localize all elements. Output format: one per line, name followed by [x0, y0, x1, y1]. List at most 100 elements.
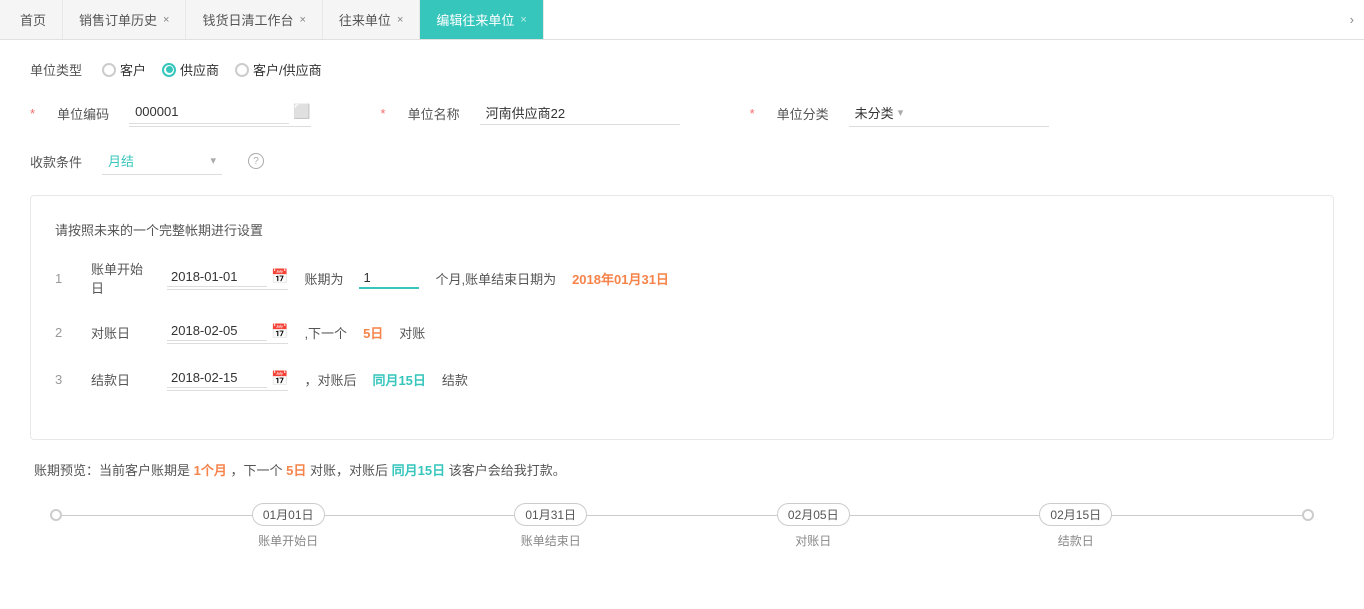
row-num-3: 3: [55, 372, 75, 387]
reconcile-note-suffix: 对账: [399, 323, 425, 342]
radio-circle-both: [235, 63, 249, 77]
row-field-label-1: 账单开始日: [91, 259, 151, 297]
unit-code-label: 单位编码: [57, 104, 109, 123]
calendar-icon-1[interactable]: 📅: [271, 268, 288, 285]
unit-name-input[interactable]: [480, 101, 680, 125]
date-input-3[interactable]: [167, 368, 267, 388]
period-unit-text: 个月,账单结束日期为: [435, 269, 556, 288]
radio-label-both: 客户/供应商: [253, 60, 322, 79]
tab-more-button[interactable]: ›: [1340, 0, 1364, 39]
unit-type-row: 单位类型 客户 供应商 客户/供应商: [30, 60, 1334, 79]
timeline-badge-0215: 02月15日: [1039, 503, 1112, 526]
payment-condition-row: 收款条件 月结 ▾ ?: [30, 147, 1334, 175]
card-row-3: 3 结款日 📅 ，对账后 同月15日 结款: [55, 368, 1309, 391]
chevron-down-icon: ▾: [210, 154, 216, 167]
radio-customer[interactable]: 客户: [102, 60, 146, 79]
card-row-1: 1 账单开始日 📅 账期为 个月,账单结束日期为 2018年01月31日: [55, 259, 1309, 297]
row-field-label-2: 对账日: [91, 323, 151, 342]
preview-text: 账期预览：当前客户账期是 1个月 ，下一个 5日 对账，对账后 同月15日 该客…: [30, 460, 1334, 479]
radio-both[interactable]: 客户/供应商: [235, 60, 322, 79]
preview-end-text: 该客户会给我打款。: [449, 463, 566, 478]
unit-code-input[interactable]: [129, 100, 289, 124]
tab-cash-work[interactable]: 钱货日清工作台 ×: [186, 0, 322, 39]
payment-condition-label: 收款条件: [30, 152, 82, 171]
main-content: 单位类型 客户 供应商 客户/供应商 * 单位编码 ⬜ * 单位名称: [0, 40, 1364, 609]
unit-classify-label: 单位分类: [777, 104, 829, 123]
payment-note-prefix: ，对账后: [304, 370, 356, 389]
close-icon[interactable]: ×: [163, 14, 169, 26]
radio-circle-supplier: [162, 63, 176, 77]
timeline-dot-start: [50, 509, 62, 521]
preview-reconcile-highlight: 5日: [286, 463, 306, 478]
row-num-2: 2: [55, 325, 75, 340]
chevron-right-icon: ›: [1350, 12, 1354, 27]
row-field-label-3: 结款日: [91, 370, 151, 389]
required-star-name: *: [381, 106, 386, 121]
date-input-container-2: 📅: [167, 321, 288, 344]
radio-circle-customer: [102, 63, 116, 77]
preview-middle-text: ，下一个: [231, 463, 283, 478]
tab-partner-unit[interactable]: 往来单位 ×: [323, 0, 420, 39]
date-input-container-3: 📅: [167, 368, 288, 391]
unit-classify-value: 未分类: [855, 103, 894, 122]
timeline-node-0205: 02月05日 对账日: [777, 503, 850, 549]
preview-after-text: 对账，对账后: [310, 463, 388, 478]
chevron-down-icon: ▾: [898, 106, 904, 119]
unit-code-input-container: ⬜: [129, 100, 310, 127]
timeline-label-0215: 结款日: [1058, 532, 1094, 549]
timeline-label-0131: 账单结束日: [521, 532, 581, 549]
unit-name-label: 单位名称: [408, 104, 460, 123]
timeline-badge-0131: 01月31日: [514, 503, 587, 526]
settings-card: 请按照未来的一个完整帐期进行设置 1 账单开始日 📅 账期为 个月,账单结束日期…: [30, 195, 1334, 440]
period-input[interactable]: [359, 268, 419, 289]
required-star-classify: *: [750, 106, 755, 121]
date-input-1[interactable]: [167, 267, 267, 287]
tab-bar: 首页 销售订单历史 × 钱货日清工作台 × 往来单位 × 编辑往来单位 × ›: [0, 0, 1364, 40]
unit-info-row: * 单位编码 ⬜ * 单位名称 * 单位分类 未分类 ▾: [30, 99, 1334, 127]
reconcile-date-highlight: 5日: [363, 323, 383, 342]
tab-sales-order-history[interactable]: 销售订单历史 ×: [63, 0, 186, 39]
preview-label: 账期预览：当前客户账期是: [34, 463, 190, 478]
payment-condition-select[interactable]: 月结 ▾: [102, 147, 222, 175]
unit-type-label: 单位类型: [30, 60, 82, 79]
timeline-node-0215: 02月15日 结款日: [1039, 503, 1112, 549]
close-icon[interactable]: ×: [299, 14, 305, 26]
close-icon[interactable]: ×: [397, 14, 403, 26]
timeline-container: 01月01日 账单开始日 01月31日 账单结束日 02月05日 对账日 02月…: [30, 503, 1334, 589]
date-input-container-1: 📅: [167, 267, 288, 290]
period-label: 账期为: [304, 269, 343, 288]
radio-label-supplier: 供应商: [180, 60, 219, 79]
copy-icon[interactable]: ⬜: [293, 103, 310, 120]
radio-supplier[interactable]: 供应商: [162, 60, 219, 79]
timeline-end-dot: [1302, 503, 1314, 521]
card-instruction: 请按照未来的一个完整帐期进行设置: [55, 220, 1309, 239]
timeline-label-0205: 对账日: [795, 532, 831, 549]
timeline-dot-end: [1302, 509, 1314, 521]
date-input-2[interactable]: [167, 321, 267, 341]
close-icon[interactable]: ×: [520, 14, 526, 26]
preview-payment-highlight: 同月15日: [392, 463, 445, 478]
card-row-2: 2 对账日 📅 ,下一个 5日 对账: [55, 321, 1309, 344]
unit-classify-select[interactable]: 未分类 ▾: [849, 99, 1049, 127]
preview-period-highlight: 1个月: [194, 463, 227, 478]
row-num-1: 1: [55, 271, 75, 286]
reconcile-note-prefix: ,下一个: [304, 323, 347, 342]
timeline-badge-0205: 02月05日: [777, 503, 850, 526]
timeline-label-0101: 账单开始日: [258, 532, 318, 549]
timeline-node-0101: 01月01日 账单开始日: [252, 503, 325, 549]
calendar-icon-2[interactable]: 📅: [271, 323, 288, 340]
timeline-node-0131: 01月31日 账单结束日: [514, 503, 587, 549]
timeline-start-dot: [50, 503, 62, 521]
tab-edit-partner-unit[interactable]: 编辑往来单位 ×: [420, 0, 543, 39]
help-icon[interactable]: ?: [248, 153, 264, 169]
radio-label-customer: 客户: [120, 60, 146, 79]
calendar-icon-3[interactable]: 📅: [271, 370, 288, 387]
period-end-date: 2018年01月31日: [572, 269, 669, 288]
payment-condition-value: 月结: [108, 151, 206, 170]
payment-date-highlight: 同月15日: [372, 370, 425, 389]
timeline-badge-0101: 01月01日: [252, 503, 325, 526]
required-star-code: *: [30, 106, 35, 121]
tab-home[interactable]: 首页: [0, 0, 63, 39]
unit-type-radio-group: 客户 供应商 客户/供应商: [102, 60, 322, 79]
payment-note-suffix: 结款: [442, 370, 468, 389]
